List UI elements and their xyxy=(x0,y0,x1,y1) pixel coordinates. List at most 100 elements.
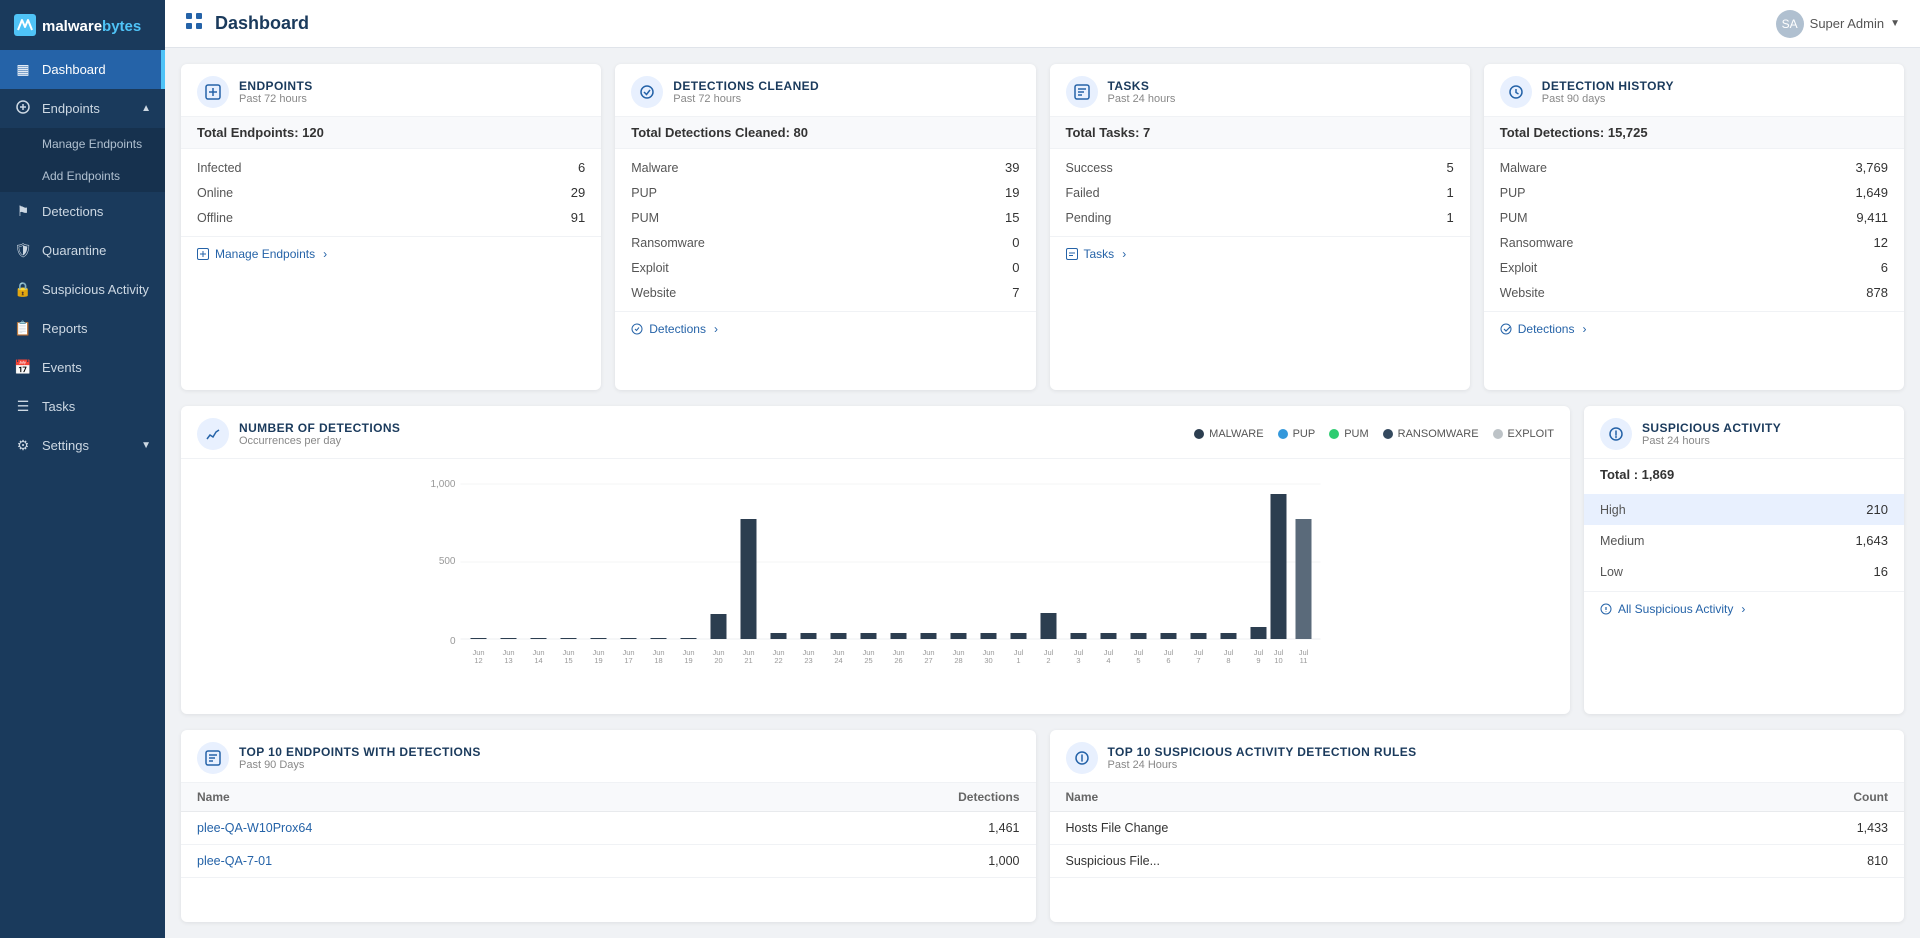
tasks-card-header: TASKS Past 24 hours xyxy=(1050,64,1470,117)
top10-rules-icon xyxy=(1066,742,1098,774)
bar-jun21 xyxy=(741,519,757,639)
bar-jun18 xyxy=(651,638,667,639)
sidebar-item-settings[interactable]: ⚙ Settings ▼ xyxy=(0,426,165,465)
sidebar-item-detections[interactable]: ⚑ Detections xyxy=(0,192,165,231)
bar-jul6 xyxy=(1161,633,1177,639)
chevron-down-icon: ▼ xyxy=(1890,18,1900,29)
arrow-right-icon: › xyxy=(323,247,327,261)
topbar: Dashboard SA Super Admin ▼ xyxy=(165,0,1920,48)
sus-footer-label: All Suspicious Activity xyxy=(1618,602,1733,616)
svg-text:23: 23 xyxy=(804,656,812,665)
sidebar-sub-endpoints: Manage Endpoints Add Endpoints xyxy=(0,128,165,192)
svg-text:19: 19 xyxy=(594,656,602,665)
brand-name: malwarebytes xyxy=(42,15,141,36)
endpoint-name-cell[interactable]: plee-QA-W10Prox64 xyxy=(181,811,704,844)
sus-low-row: Low 16 xyxy=(1584,556,1904,587)
bar-jul11 xyxy=(1296,519,1312,639)
svg-text:5: 5 xyxy=(1136,656,1140,665)
detection-history-subtitle: Past 90 days xyxy=(1542,93,1674,105)
sidebar-item-add-endpoints[interactable]: Add Endpoints xyxy=(0,160,165,192)
sus-total: Total : 1,869 xyxy=(1584,459,1904,490)
table-row: plee-QA-7-01 1,000 xyxy=(181,844,1036,877)
sus-subtitle: Past 24 hours xyxy=(1642,435,1781,447)
table-row: Hosts File Change 1,433 xyxy=(1050,811,1905,844)
events-icon: 📅 xyxy=(14,359,32,376)
infected-label: Infected xyxy=(197,161,241,175)
reports-icon: 📋 xyxy=(14,320,32,337)
legend-malware-dot xyxy=(1194,429,1204,439)
endpoints-card-title-group: ENDPOINTS Past 72 hours xyxy=(239,79,313,105)
top10-rules-header: TOP 10 SUSPICIOUS ACTIVITY DETECTION RUL… xyxy=(1050,730,1905,783)
arrow-right-icon: › xyxy=(1582,322,1586,336)
detections-card-total: Total Detections Cleaned: 80 xyxy=(615,117,1035,149)
sidebar-item-endpoints[interactable]: Endpoints ▲ xyxy=(0,89,165,128)
top10-rules-card: TOP 10 SUSPICIOUS ACTIVITY DETECTION RUL… xyxy=(1050,730,1905,922)
endpoints-card-title: ENDPOINTS xyxy=(239,79,313,93)
svg-text:1,000: 1,000 xyxy=(430,479,455,490)
rules-name-col-header: Name xyxy=(1050,783,1622,812)
top10-rules-title: TOP 10 SUSPICIOUS ACTIVITY DETECTION RUL… xyxy=(1108,745,1417,759)
chart-legend: MALWARE PUP PUM RANSOMWARE xyxy=(1194,428,1554,440)
svg-text:26: 26 xyxy=(894,656,902,665)
detections-card-footer[interactable]: Detections › xyxy=(615,311,1035,346)
sus-footer[interactable]: All Suspicious Activity › xyxy=(1584,591,1904,626)
detections-ransomware-row: Ransomware 0 xyxy=(615,230,1035,255)
endpoints-offline-row: Offline 91 xyxy=(181,205,601,230)
bar-jun17 xyxy=(621,638,637,639)
bar-jul1 xyxy=(1011,633,1027,639)
endpoints-card-icon xyxy=(197,76,229,108)
legend-ransomware: RANSOMWARE xyxy=(1383,428,1479,440)
sidebar-item-label: Tasks xyxy=(42,399,75,414)
sidebar-item-events[interactable]: 📅 Events xyxy=(0,348,165,387)
detection-history-card: DETECTION HISTORY Past 90 days Total Det… xyxy=(1484,64,1904,390)
detections-icon: ⚑ xyxy=(14,203,32,220)
detections-card-title-group: DETECTIONS CLEANED Past 72 hours xyxy=(673,79,819,105)
svg-text:17: 17 xyxy=(624,656,632,665)
bar-jun19a xyxy=(591,638,607,639)
endpoint-name-cell[interactable]: plee-QA-7-01 xyxy=(181,844,704,877)
chevron-down-icon: ▼ xyxy=(141,440,151,451)
svg-text:18: 18 xyxy=(654,656,662,665)
tasks-success-row: Success 5 xyxy=(1050,155,1470,180)
sidebar-item-manage-endpoints[interactable]: Manage Endpoints xyxy=(0,128,165,160)
bar-jul2 xyxy=(1041,613,1057,639)
sidebar-item-reports[interactable]: 📋 Reports xyxy=(0,309,165,348)
sidebar-item-dashboard[interactable]: ▦ Dashboard xyxy=(0,50,165,89)
sidebar-item-quarantine[interactable]: 🛡 Quarantine xyxy=(0,231,165,270)
detections-card-title: DETECTIONS CLEANED xyxy=(673,79,819,93)
sus-header-info: SUSPICIOUS ACTIVITY Past 24 hours xyxy=(1642,421,1781,447)
tasks-card: TASKS Past 24 hours Total Tasks: 7 Succe… xyxy=(1050,64,1470,390)
endpoints-card-footer[interactable]: Manage Endpoints › xyxy=(181,236,601,271)
top10-endpoints-title: TOP 10 ENDPOINTS WITH DETECTIONS xyxy=(239,745,481,759)
tasks-card-total: Total Tasks: 7 xyxy=(1050,117,1470,149)
tasks-failed-row: Failed 1 xyxy=(1050,180,1470,205)
endpoints-card-total: Total Endpoints: 120 xyxy=(181,117,601,149)
legend-exploit-label: EXPLOIT xyxy=(1508,428,1554,440)
main-content: Dashboard SA Super Admin ▼ ENDPOINTS Pas… xyxy=(165,0,1920,938)
chart-title: NUMBER OF DETECTIONS xyxy=(239,421,400,435)
tasks-card-title: TASKS xyxy=(1108,79,1176,93)
table-row: plee-QA-W10Prox64 1,461 xyxy=(181,811,1036,844)
detections-chart-card: NUMBER OF DETECTIONS Occurrences per day… xyxy=(181,406,1570,713)
history-pum-row: PUM 9,411 xyxy=(1484,205,1904,230)
sidebar-item-label: Dashboard xyxy=(42,62,106,77)
tasks-card-footer[interactable]: Tasks › xyxy=(1050,236,1470,271)
arrow-right-icon: › xyxy=(1122,247,1126,261)
tasks-card-title-group: TASKS Past 24 hours xyxy=(1108,79,1176,105)
svg-text:27: 27 xyxy=(924,656,932,665)
endpoints-card-subtitle: Past 72 hours xyxy=(239,93,313,105)
sidebar-item-label: Events xyxy=(42,360,82,375)
rule-name-cell: Suspicious File... xyxy=(1050,844,1622,877)
sidebar-item-suspicious-activity[interactable]: 🔒 Suspicious Activity xyxy=(0,270,165,309)
bottom-row: TOP 10 ENDPOINTS WITH DETECTIONS Past 90… xyxy=(181,730,1904,922)
legend-exploit-dot xyxy=(1493,429,1503,439)
detection-history-card-header: DETECTION HISTORY Past 90 days xyxy=(1484,64,1904,117)
history-ransomware-row: Ransomware 12 xyxy=(1484,230,1904,255)
bar-jun12 xyxy=(471,638,487,639)
endpoints-infected-row: Infected 6 xyxy=(181,155,601,180)
svg-text:7: 7 xyxy=(1196,656,1200,665)
sidebar-item-tasks[interactable]: ☰ Tasks xyxy=(0,387,165,426)
detection-history-footer[interactable]: Detections › xyxy=(1484,311,1904,346)
sidebar: malwarebytes ▦ Dashboard Endpoints ▲ Man… xyxy=(0,0,165,938)
tasks-footer-label: Tasks xyxy=(1084,247,1115,261)
